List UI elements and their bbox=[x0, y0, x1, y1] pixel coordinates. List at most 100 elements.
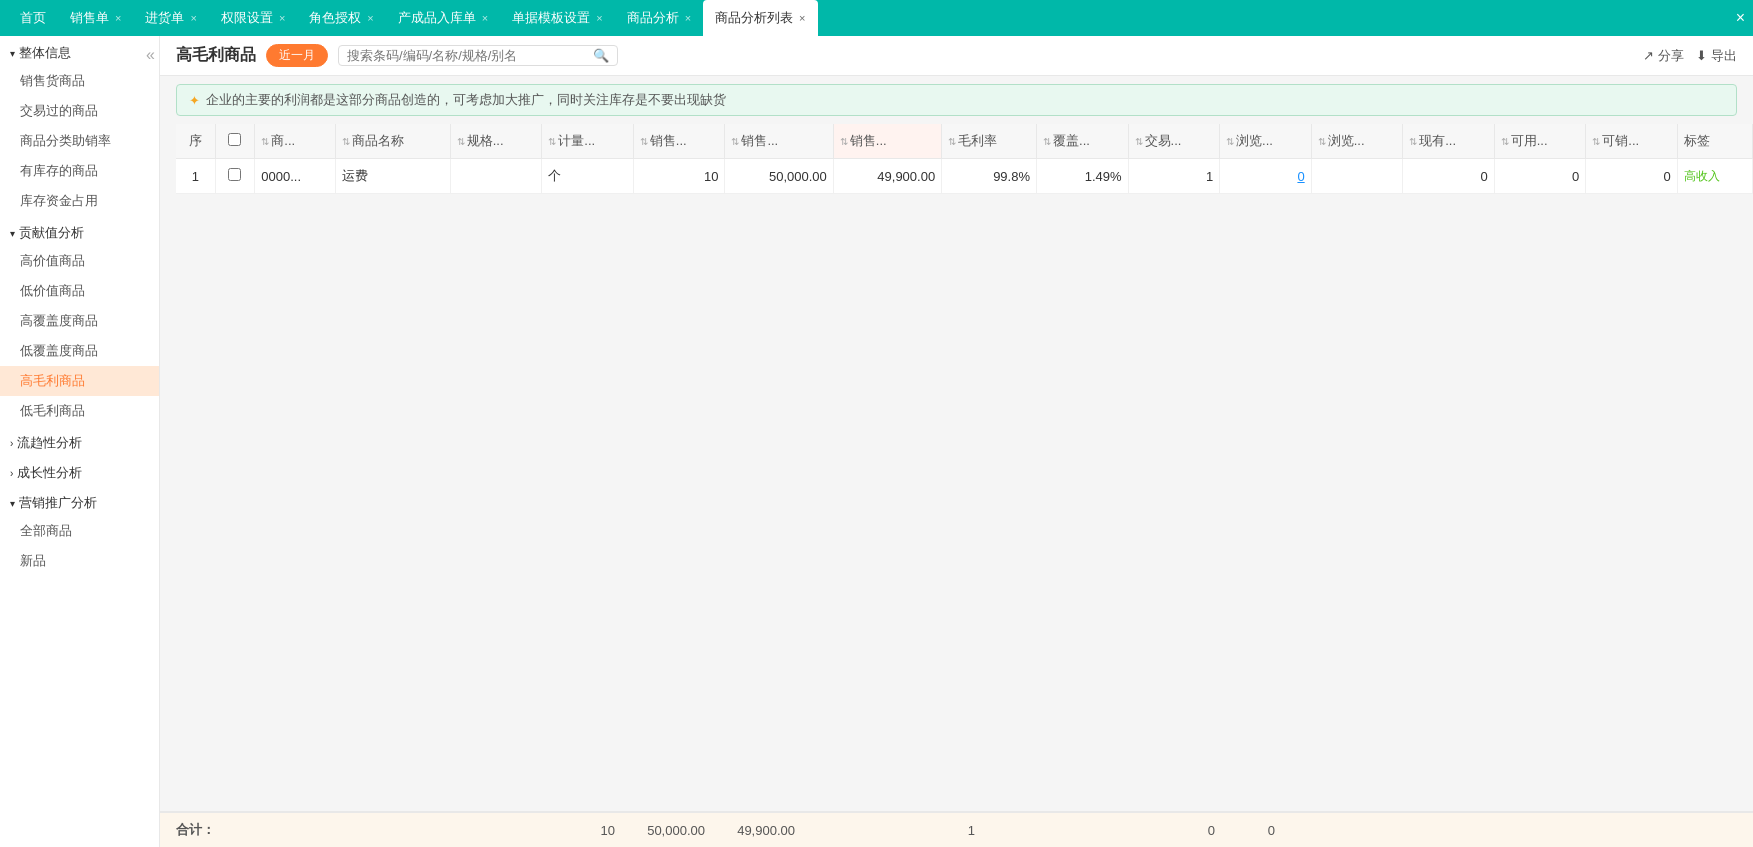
cell-sales-net: 49,900.00 bbox=[833, 159, 941, 194]
cell-transactions: 1 bbox=[1128, 159, 1220, 194]
sidebar-item-category-rate[interactable]: 商品分类助销率 bbox=[0, 126, 159, 156]
sidebar: « ▾ 整体信息 销售货商品 交易过的商品 商品分类助销率 有库存的商品 库存资… bbox=[0, 36, 160, 847]
row-checkbox[interactable] bbox=[228, 168, 241, 181]
table-header-row: 序 ⇅商... ⇅商品名称 ⇅规格... ⇅计量... ⇅销售... ⇅销售..… bbox=[176, 124, 1753, 159]
sidebar-group-trend-arrow: › bbox=[10, 438, 13, 449]
table-footer: 合计： 10 50,000.00 49,900.00 1 0 0 bbox=[160, 811, 1753, 847]
sidebar-group-trend[interactable]: › 流趋性分析 bbox=[0, 426, 159, 456]
nav-close-purchase[interactable]: × bbox=[190, 12, 196, 24]
sidebar-group-marketing[interactable]: ▾ 营销推广分析 bbox=[0, 486, 159, 516]
content-area: 高毛利商品 近一月 🔍 ↗ 分享 ⬇ 导出 ✦ 企业的主要的利润都是这部分商品创… bbox=[160, 36, 1753, 847]
sidebar-item-new-goods[interactable]: 新品 bbox=[0, 546, 159, 576]
nav-close-finished-goods[interactable]: × bbox=[482, 12, 488, 24]
info-banner-text: 企业的主要的利润都是这部分商品创造的，可考虑加大推广，同时关注库存是不要出现缺货 bbox=[206, 91, 726, 109]
select-all-checkbox[interactable] bbox=[228, 133, 241, 146]
cell-available: 0 bbox=[1494, 159, 1586, 194]
col-current-stock[interactable]: ⇅现有... bbox=[1403, 124, 1495, 159]
col-sales-qty[interactable]: ⇅销售... bbox=[633, 124, 725, 159]
footer-sales-qty: 10 bbox=[555, 823, 615, 838]
col-unit[interactable]: ⇅计量... bbox=[542, 124, 634, 159]
sidebar-group-overall[interactable]: ▾ 整体信息 bbox=[0, 36, 159, 66]
main-layout: « ▾ 整体信息 销售货商品 交易过的商品 商品分类助销率 有库存的商品 库存资… bbox=[0, 36, 1753, 847]
col-code[interactable]: ⇅商... bbox=[255, 124, 336, 159]
col-browse1[interactable]: ⇅浏览... bbox=[1220, 124, 1312, 159]
sidebar-collapse-button[interactable]: « bbox=[142, 44, 159, 66]
nav-close-analysis[interactable]: × bbox=[685, 12, 691, 24]
sidebar-group-growth[interactable]: › 成长性分析 bbox=[0, 456, 159, 486]
cell-sales-amount: 50,000.00 bbox=[725, 159, 833, 194]
nav-permission[interactable]: 权限设置 × bbox=[209, 0, 297, 36]
filter-recent-month[interactable]: 近一月 bbox=[266, 44, 328, 67]
cell-name: 运费 bbox=[335, 159, 450, 194]
sidebar-item-high-margin[interactable]: 高毛利商品 bbox=[0, 366, 159, 396]
nav-finished-goods[interactable]: 产成品入库单 × bbox=[386, 0, 500, 36]
cell-spec bbox=[450, 159, 542, 194]
nav-close-template[interactable]: × bbox=[596, 12, 602, 24]
nav-purchase[interactable]: 进货单 × bbox=[133, 0, 208, 36]
col-gross-rate[interactable]: ⇅毛利率 bbox=[942, 124, 1037, 159]
col-coverage[interactable]: ⇅覆盖... bbox=[1037, 124, 1129, 159]
sidebar-item-low-value[interactable]: 低价值商品 bbox=[0, 276, 159, 306]
cell-browse2 bbox=[1311, 159, 1403, 194]
footer-transactions: 1 bbox=[915, 823, 975, 838]
nav-analysis[interactable]: 商品分析 × bbox=[615, 0, 703, 36]
col-spec[interactable]: ⇅规格... bbox=[450, 124, 542, 159]
footer-label: 合计： bbox=[176, 821, 215, 839]
search-box: 🔍 bbox=[338, 45, 618, 66]
nav-sales[interactable]: 销售单 × bbox=[58, 0, 133, 36]
nav-close-all-button[interactable]: × bbox=[1736, 9, 1745, 27]
cell-current-stock: 0 bbox=[1403, 159, 1495, 194]
col-sales-net[interactable]: ⇅销售... bbox=[833, 124, 941, 159]
col-name[interactable]: ⇅商品名称 bbox=[335, 124, 450, 159]
nav-close-permission[interactable]: × bbox=[279, 12, 285, 24]
top-nav: 首页 销售单 × 进货单 × 权限设置 × 角色授权 × 产成品入库单 × 单据… bbox=[0, 0, 1753, 36]
col-available[interactable]: ⇅可用... bbox=[1494, 124, 1586, 159]
sidebar-item-stock-capital[interactable]: 库存资金占用 bbox=[0, 186, 159, 216]
col-checkbox bbox=[215, 124, 255, 159]
sidebar-item-in-stock[interactable]: 有库存的商品 bbox=[0, 156, 159, 186]
table-container: 序 ⇅商... ⇅商品名称 ⇅规格... ⇅计量... ⇅销售... ⇅销售..… bbox=[176, 124, 1753, 811]
share-icon: ↗ bbox=[1643, 48, 1654, 63]
cell-saleable: 0 bbox=[1586, 159, 1678, 194]
nav-role[interactable]: 角色授权 × bbox=[297, 0, 385, 36]
sidebar-item-low-coverage[interactable]: 低覆盖度商品 bbox=[0, 336, 159, 366]
sidebar-item-low-margin[interactable]: 低毛利商品 bbox=[0, 396, 159, 426]
info-icon: ✦ bbox=[189, 93, 200, 108]
share-button[interactable]: ↗ 分享 bbox=[1643, 47, 1684, 65]
table-body: 1 0000... 运费 个 10 50,000.00 49,900.00 99… bbox=[176, 159, 1753, 194]
sidebar-group-contribution[interactable]: ▾ 贡献值分析 bbox=[0, 216, 159, 246]
col-browse2[interactable]: ⇅浏览... bbox=[1311, 124, 1403, 159]
nav-analysis-list[interactable]: 商品分析列表 × bbox=[703, 0, 817, 36]
export-button[interactable]: ⬇ 导出 bbox=[1696, 47, 1737, 65]
cell-browse1[interactable]: 0 bbox=[1220, 159, 1312, 194]
footer-saleable: 0 bbox=[1215, 823, 1275, 838]
sidebar-item-high-value[interactable]: 高价值商品 bbox=[0, 246, 159, 276]
footer-sales-amount: 50,000.00 bbox=[615, 823, 705, 838]
col-seq: 序 bbox=[176, 124, 215, 159]
search-icon[interactable]: 🔍 bbox=[593, 48, 609, 63]
nav-home[interactable]: 首页 bbox=[8, 0, 58, 36]
cell-gross-rate: 99.8% bbox=[942, 159, 1037, 194]
nav-template[interactable]: 单据模板设置 × bbox=[500, 0, 614, 36]
table-row: 1 0000... 运费 个 10 50,000.00 49,900.00 99… bbox=[176, 159, 1753, 194]
sidebar-group-marketing-arrow: ▾ bbox=[10, 498, 15, 509]
nav-close-analysis-list[interactable]: × bbox=[799, 12, 805, 24]
sidebar-group-overall-arrow: ▾ bbox=[10, 48, 15, 59]
col-saleable[interactable]: ⇅可销... bbox=[1586, 124, 1678, 159]
nav-close-role[interactable]: × bbox=[367, 12, 373, 24]
cell-coverage: 1.49% bbox=[1037, 159, 1129, 194]
sidebar-item-high-coverage[interactable]: 高覆盖度商品 bbox=[0, 306, 159, 336]
col-tag: 标签 bbox=[1677, 124, 1752, 159]
sidebar-group-contribution-arrow: ▾ bbox=[10, 228, 15, 239]
page-title: 高毛利商品 bbox=[176, 45, 256, 66]
nav-close-sales[interactable]: × bbox=[115, 12, 121, 24]
footer-sales-net: 49,900.00 bbox=[705, 823, 795, 838]
search-input[interactable] bbox=[347, 48, 593, 63]
sidebar-item-traded-goods[interactable]: 交易过的商品 bbox=[0, 96, 159, 126]
sidebar-item-sales-goods[interactable]: 销售货商品 bbox=[0, 66, 159, 96]
cell-seq: 1 bbox=[176, 159, 215, 194]
header-actions: ↗ 分享 ⬇ 导出 bbox=[1643, 47, 1737, 65]
col-transactions[interactable]: ⇅交易... bbox=[1128, 124, 1220, 159]
sidebar-item-all-goods[interactable]: 全部商品 bbox=[0, 516, 159, 546]
col-sales-amount[interactable]: ⇅销售... bbox=[725, 124, 833, 159]
